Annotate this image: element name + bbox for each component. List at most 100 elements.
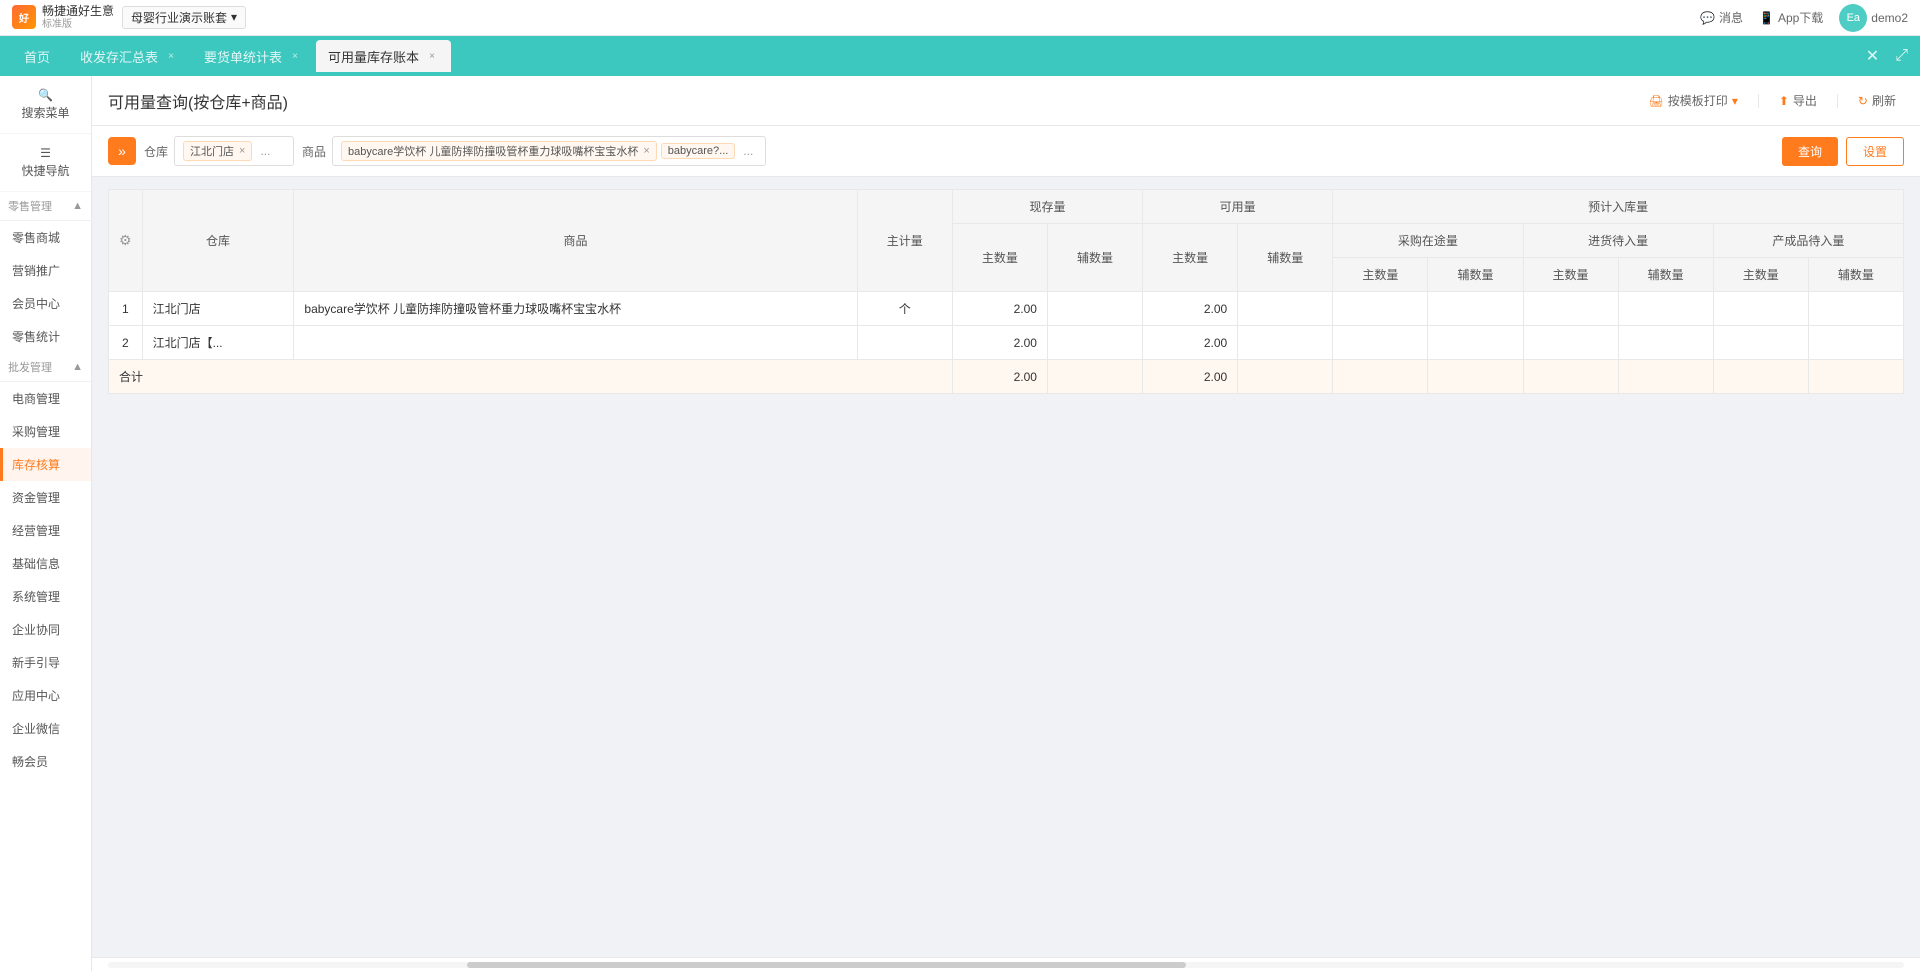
content-area: 可用量查询(按仓库+商品) 🖨 按模板打印 ▾ ⬆ 导出 ↻ 刷新 bbox=[92, 76, 1920, 971]
sidebar-item-finance[interactable]: 资金管理 bbox=[0, 481, 91, 514]
close-window-icon[interactable]: ✕ bbox=[1862, 42, 1883, 70]
th-settings[interactable]: ⚙ bbox=[109, 190, 143, 292]
top-bar: 好 畅捷通好生意 标准版 母婴行业演示账套 ▾ 💬 消息 📱 App下载 Ea … bbox=[0, 0, 1920, 36]
sidebar-item-retail-management[interactable]: 零售管理 ▲ bbox=[0, 192, 91, 221]
refresh-icon: ↻ bbox=[1858, 94, 1868, 108]
sidebar-item-member-center[interactable]: 会员中心 bbox=[0, 287, 91, 320]
tab-available-inventory[interactable]: 可用量库存账本 × bbox=[316, 40, 451, 72]
warehouse-tag-remove[interactable]: × bbox=[239, 145, 245, 157]
user-area[interactable]: Ea demo2 bbox=[1839, 4, 1908, 32]
tab-collection-label: 收发存汇总表 bbox=[80, 47, 158, 66]
cell-production-aux bbox=[1808, 326, 1903, 360]
tab-collection-summary[interactable]: 收发存汇总表 × bbox=[68, 40, 190, 72]
cell-product: babycare学饮杯 儿童防摔防撞吸管杯重力球吸嘴杯宝宝水杯 bbox=[294, 292, 857, 326]
tab-available-close[interactable]: × bbox=[425, 49, 439, 63]
summary-purchase-main bbox=[1333, 360, 1428, 394]
warehouse-tag: 江北门店 × bbox=[183, 141, 252, 161]
product-tag2: babycare?... bbox=[661, 143, 736, 159]
product-label: 商品 bbox=[302, 143, 326, 160]
print-label: 按模板打印 bbox=[1668, 92, 1728, 109]
export-btn[interactable]: ⬆ 导出 bbox=[1771, 88, 1825, 113]
table-row: 1 江北门店 babycare学饮杯 儿童防摔防撞吸管杯重力球吸嘴杯宝宝水杯 个… bbox=[109, 292, 1904, 326]
cell-inbound-main bbox=[1523, 292, 1618, 326]
sidebar-item-ecommerce[interactable]: 电商管理 bbox=[0, 382, 91, 415]
warehouse-label: 仓库 bbox=[144, 143, 168, 160]
chevron-down-icon: ▾ bbox=[231, 10, 237, 24]
logo-text: 畅捷通好生意 标准版 bbox=[42, 4, 114, 30]
cell-stock-aux bbox=[1047, 326, 1142, 360]
warehouse-more[interactable]: ... bbox=[256, 144, 274, 158]
sidebar-item-retail-stats[interactable]: 零售统计 bbox=[0, 320, 91, 353]
sidebar-item-wholesale-management[interactable]: 批发管理 ▲ bbox=[0, 353, 91, 382]
sidebar-quick-nav[interactable]: ☰ 快捷导航 bbox=[0, 134, 91, 192]
export-icon: ⬆ bbox=[1779, 94, 1789, 108]
message-btn[interactable]: 💬 消息 bbox=[1700, 9, 1743, 26]
product-input[interactable]: babycare学饮杯 儿童防摔防撞吸管杯重力球吸嘴杯宝宝水杯 × babyca… bbox=[332, 136, 766, 166]
product-tag1: babycare学饮杯 儿童防摔防撞吸管杯重力球吸嘴杯宝宝水杯 × bbox=[341, 141, 657, 161]
app-download-btn[interactable]: 📱 App下载 bbox=[1759, 9, 1823, 26]
summary-purchase-aux bbox=[1428, 360, 1523, 394]
sidebar-item-retail-mall[interactable]: 零售商城 bbox=[0, 221, 91, 254]
sidebar-quick-nav-label: 快捷导航 bbox=[21, 162, 69, 179]
sidebar-item-member[interactable]: 畅会员 bbox=[0, 745, 91, 778]
sidebar-item-enterprise-collab[interactable]: 企业协同 bbox=[0, 613, 91, 646]
filter-expand-btn[interactable]: » bbox=[108, 137, 136, 165]
product-more[interactable]: ... bbox=[739, 144, 757, 158]
product-tag1-text: babycare学饮杯 儿童防摔防撞吸管杯重力球吸嘴杯宝宝水杯 bbox=[348, 143, 638, 159]
page-title: 可用量查询(按仓库+商品) bbox=[108, 89, 288, 113]
logo-icon: 好 bbox=[12, 5, 36, 29]
wholesale-management-label: 批发管理 bbox=[8, 359, 52, 375]
tab-home[interactable]: 首页 bbox=[8, 40, 66, 72]
data-table: ⚙ 仓库 商品 主计量 现存量 可用量 预计入库量 主数量 辅数量 主数量 辅数… bbox=[108, 189, 1904, 394]
product-tag1-remove[interactable]: × bbox=[643, 145, 649, 157]
query-button[interactable]: 查询 bbox=[1782, 137, 1838, 166]
refresh-label: 刷新 bbox=[1872, 92, 1896, 109]
sidebar-item-purchase[interactable]: 采购管理 bbox=[0, 415, 91, 448]
sidebar-item-system[interactable]: 系统管理 bbox=[0, 580, 91, 613]
sidebar-item-marketing[interactable]: 营销推广 bbox=[0, 254, 91, 287]
tab-order-close[interactable]: × bbox=[288, 49, 302, 63]
tab-collection-close[interactable]: × bbox=[164, 49, 178, 63]
mobile-icon: 📱 bbox=[1759, 11, 1774, 25]
page-header: 可用量查询(按仓库+商品) 🖨 按模板打印 ▾ ⬆ 导出 ↻ 刷新 bbox=[92, 76, 1920, 126]
th-available-main: 主数量 bbox=[1143, 224, 1238, 292]
warehouse-input[interactable]: 江北门店 × ... bbox=[174, 136, 294, 166]
settings-icon[interactable]: ⚙ bbox=[119, 232, 132, 248]
search-icon: 🔍 bbox=[38, 88, 53, 102]
product-filter: 商品 babycare学饮杯 儿童防摔防撞吸管杯重力球吸嘴杯宝宝水杯 × bab… bbox=[302, 136, 766, 166]
org-selector[interactable]: 母婴行业演示账套 ▾ bbox=[122, 6, 246, 29]
cell-unit bbox=[857, 326, 952, 360]
summary-production-aux bbox=[1808, 360, 1903, 394]
setting-button[interactable]: 设置 bbox=[1846, 137, 1904, 166]
retail-management-label: 零售管理 bbox=[8, 198, 52, 214]
cell-available-main: 2.00 bbox=[1143, 326, 1238, 360]
th-main-unit: 主计量 bbox=[857, 190, 952, 292]
cell-purchase-aux bbox=[1428, 292, 1523, 326]
tab-order-statistics[interactable]: 要货单统计表 × bbox=[192, 40, 314, 72]
cell-stock-main: 2.00 bbox=[952, 292, 1047, 326]
th-product: 商品 bbox=[294, 190, 857, 292]
cell-inbound-aux bbox=[1618, 326, 1713, 360]
sidebar-item-app-center[interactable]: 应用中心 bbox=[0, 679, 91, 712]
summary-stock-aux bbox=[1047, 360, 1142, 394]
th-stock-group: 现存量 bbox=[952, 190, 1142, 224]
scroll-track bbox=[108, 962, 1904, 968]
print-btn[interactable]: 🖨 按模板打印 ▾ bbox=[1641, 88, 1746, 113]
sidebar-item-enterprise-wechat[interactable]: 企业微信 bbox=[0, 712, 91, 745]
bottom-scrollbar[interactable] bbox=[92, 957, 1920, 971]
cell-purchase-main bbox=[1333, 292, 1428, 326]
sidebar: 🔍 搜索菜单 ☰ 快捷导航 零售管理 ▲ 零售商城 营销推广 会员中心 零售统计… bbox=[0, 76, 92, 971]
cell-index: 2 bbox=[109, 326, 143, 360]
th-purchase-group: 采购在途量 bbox=[1333, 224, 1523, 258]
product-tag2-text: babycare?... bbox=[668, 145, 729, 157]
refresh-btn[interactable]: ↻ 刷新 bbox=[1850, 88, 1904, 113]
sidebar-item-basic-info[interactable]: 基础信息 bbox=[0, 547, 91, 580]
sidebar-item-inventory[interactable]: 库存核算 bbox=[0, 448, 91, 481]
sidebar-item-operation[interactable]: 经营管理 bbox=[0, 514, 91, 547]
sidebar-search[interactable]: 🔍 搜索菜单 bbox=[0, 76, 91, 134]
maximize-icon[interactable]: ⤢ bbox=[1891, 43, 1912, 69]
sidebar-item-new-guide[interactable]: 新手引导 bbox=[0, 646, 91, 679]
summary-inbound-main bbox=[1523, 360, 1618, 394]
summary-row: 合计 2.00 2.00 bbox=[109, 360, 1904, 394]
th-inbound-main: 主数量 bbox=[1523, 258, 1618, 292]
